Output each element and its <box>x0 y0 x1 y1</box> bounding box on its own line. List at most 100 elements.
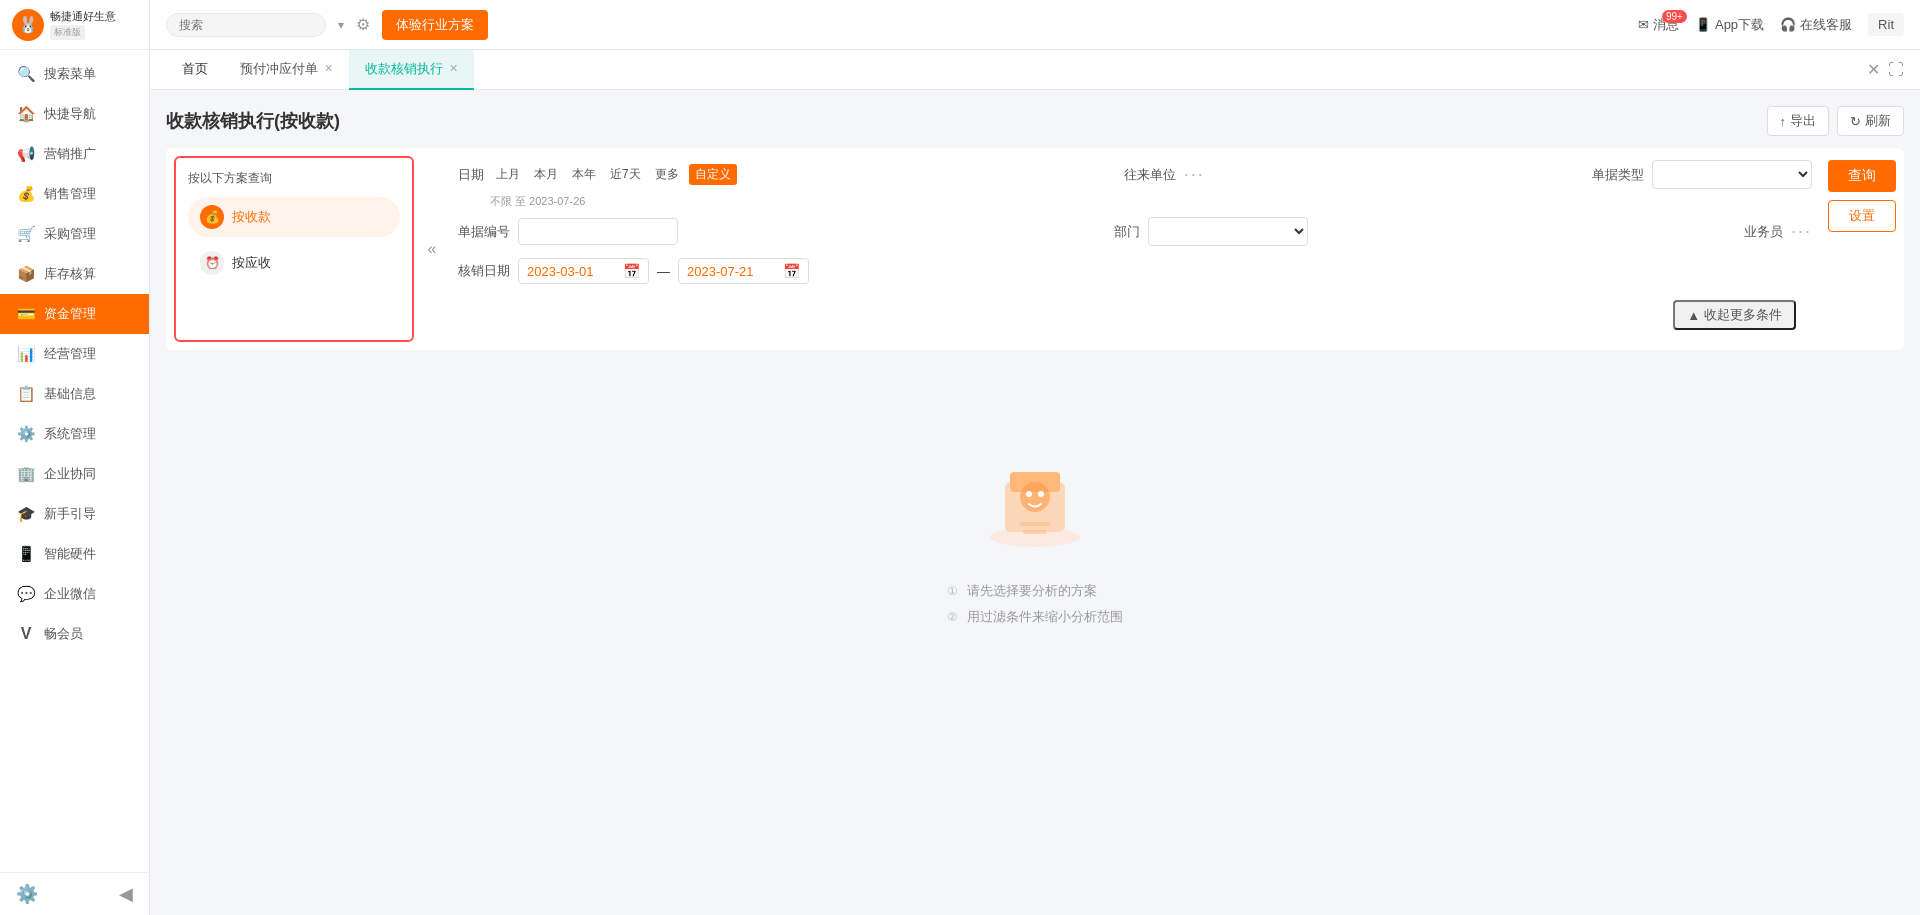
collapse-more-button[interactable]: ▲ 收起更多条件 <box>1673 300 1796 330</box>
shortcut-this-month[interactable]: 本月 <box>530 164 562 185</box>
date-range-separator: — <box>657 264 670 279</box>
end-calendar-icon[interactable]: 📅 <box>783 263 800 279</box>
verify-end-input[interactable] <box>687 264 777 279</box>
verify-date-range: 📅 — 📅 <box>518 258 809 284</box>
tab-close-btn[interactable]: ✕ <box>1867 60 1880 79</box>
receipt-option-icon: 💰 <box>200 205 224 229</box>
shortcut-this-year[interactable]: 本年 <box>568 164 600 185</box>
refresh-button[interactable]: ↻ 刷新 <box>1837 106 1904 136</box>
inventory-icon: 📦 <box>16 264 36 284</box>
member-icon: V <box>16 624 36 644</box>
enterprise-icon: 🏢 <box>16 464 36 484</box>
filter-row-2: 单据编号 部门 业务员 ··· <box>458 217 1812 246</box>
dept-select[interactable] <box>1148 217 1308 246</box>
marketing-icon: 📢 <box>16 144 36 164</box>
topbar-online-service[interactable]: 🎧 在线客服 <box>1780 16 1852 34</box>
staff-dots: ··· <box>1791 221 1812 242</box>
topbar-app-download[interactable]: 📱 App下载 <box>1695 16 1764 34</box>
verify-start-input[interactable] <box>527 264 617 279</box>
topbar-message[interactable]: ✉ 消息 99+ <box>1638 16 1679 34</box>
sidebar-item-wechat[interactable]: 💬 企业微信 <box>0 574 149 614</box>
logo-tag: 标准版 <box>50 25 85 40</box>
empty-illustration <box>975 442 1095 562</box>
basic-icon: 📋 <box>16 384 36 404</box>
headset-icon: 🎧 <box>1780 17 1796 32</box>
filter-staff-field: 业务员 ··· <box>1744 221 1812 242</box>
tab-collect[interactable]: 收款核销执行 ✕ <box>349 50 474 90</box>
counterparty-label: 往来单位 <box>1124 166 1176 184</box>
refresh-icon: ↻ <box>1850 114 1861 129</box>
filter-settings-button[interactable]: 设置 <box>1828 200 1896 232</box>
filter-left-panel: 按以下方案查询 💰 按收款 ⏰ 按应收 <box>174 156 414 342</box>
app-icon: 📱 <box>1695 17 1711 32</box>
collapse-arrow-icon: ▲ <box>1687 308 1700 323</box>
svg-point-4 <box>1026 491 1032 497</box>
docno-input[interactable] <box>518 218 678 245</box>
tabs-controls: ✕ ⛶ <box>1867 60 1904 79</box>
sidebar-settings-icon[interactable]: ⚙️ <box>16 883 38 905</box>
filter-row-1: 日期 上月 本月 本年 近7天 更多 自定义 往来单位 ··· <box>458 160 1812 189</box>
topbar-dropdown-arrow[interactable]: ▾ <box>338 18 344 32</box>
sidebar-item-finance[interactable]: 💳 资金管理 <box>0 294 149 334</box>
tab-home[interactable]: 首页 <box>166 50 224 90</box>
sales-icon: 💰 <box>16 184 36 204</box>
receivable-option-icon: ⏰ <box>200 251 224 275</box>
sidebar-item-basic[interactable]: 📋 基础信息 <box>0 374 149 414</box>
collapse-bar: ▲ 收起更多条件 <box>458 296 1812 338</box>
verifydate-label: 核销日期 <box>458 262 510 280</box>
empty-tip-1: ① 请先选择要分析的方案 <box>947 578 1124 604</box>
sidebar-item-marketing[interactable]: 📢 营销推广 <box>0 134 149 174</box>
filter-collapse-toggle[interactable]: « <box>422 148 442 350</box>
empty-tip-2: ② 用过滤条件来缩小分析范围 <box>947 604 1124 630</box>
tab-collect-close[interactable]: ✕ <box>449 62 458 75</box>
search-button[interactable]: 查询 <box>1828 160 1896 192</box>
filter-container: 按以下方案查询 💰 按收款 ⏰ 按应收 « 日期 <box>166 148 1904 350</box>
logo-text: 畅捷通好生意 <box>50 9 116 23</box>
dept-label: 部门 <box>1114 223 1140 241</box>
counterparty-dots: ··· <box>1184 164 1205 185</box>
svg-point-5 <box>1038 491 1044 497</box>
sidebar-item-hardware[interactable]: 📱 智能硬件 <box>0 534 149 574</box>
search-nav-icon: 🔍 <box>16 64 36 84</box>
sidebar-item-inventory[interactable]: 📦 库存核算 <box>0 254 149 294</box>
filter-option-receivable[interactable]: ⏰ 按应收 <box>188 243 400 283</box>
doctype-select[interactable] <box>1652 160 1812 189</box>
sidebar-footer: ⚙️ ◀ <box>0 872 149 915</box>
sidebar-item-guide[interactable]: 🎓 新手引导 <box>0 494 149 534</box>
shortcut-custom[interactable]: 自定义 <box>689 164 737 185</box>
sidebar-item-sales[interactable]: 💰 销售管理 <box>0 174 149 214</box>
sidebar-item-quicknav[interactable]: 🏠 快捷导航 <box>0 94 149 134</box>
sidebar-item-system[interactable]: ⚙️ 系统管理 <box>0 414 149 454</box>
sidebar-collapse-icon[interactable]: ◀ <box>119 883 133 905</box>
tab-prepay[interactable]: 预付冲应付单 ✕ <box>224 50 349 90</box>
filter-actions: 查询 设置 <box>1828 148 1904 350</box>
shortcut-last-month[interactable]: 上月 <box>492 164 524 185</box>
topbar-user-info[interactable]: Rit <box>1868 13 1904 36</box>
shortcut-7days[interactable]: 近7天 <box>606 164 645 185</box>
docno-label: 单据编号 <box>458 223 510 241</box>
page-title: 收款核销执行(按收款) <box>166 109 340 133</box>
sidebar-item-enterprise[interactable]: 🏢 企业协同 <box>0 454 149 494</box>
topbar-solution-button[interactable]: 体验行业方案 <box>382 10 488 40</box>
ops-icon: 📊 <box>16 344 36 364</box>
start-calendar-icon[interactable]: 📅 <box>623 263 640 279</box>
empty-state: ① 请先选择要分析的方案 ② 用过滤条件来缩小分析范围 <box>166 362 1904 710</box>
sidebar-item-ops[interactable]: 📊 经营管理 <box>0 334 149 374</box>
staff-label: 业务员 <box>1744 223 1783 241</box>
filter-right-panel: 日期 上月 本月 本年 近7天 更多 自定义 往来单位 ··· <box>442 148 1828 350</box>
sidebar-item-search[interactable]: 🔍 搜索菜单 <box>0 54 149 94</box>
topbar-search-input[interactable] <box>166 13 326 37</box>
topbar-gear-icon[interactable]: ⚙ <box>356 15 370 34</box>
shortcut-more[interactable]: 更多 <box>651 164 683 185</box>
svg-rect-6 <box>1020 522 1050 526</box>
sidebar-item-purchase[interactable]: 🛒 采购管理 <box>0 214 149 254</box>
sidebar-item-member[interactable]: V 畅会员 <box>0 614 149 654</box>
purchase-icon: 🛒 <box>16 224 36 244</box>
main-wrapper: ▾ ⚙ 体验行业方案 ✉ 消息 99+ 📱 App下载 🎧 在线客服 Rit 首… <box>150 0 1920 915</box>
tab-prepay-close[interactable]: ✕ <box>324 62 333 75</box>
tab-expand-btn[interactable]: ⛶ <box>1888 61 1904 79</box>
filter-doctype-field: 单据类型 <box>1592 160 1812 189</box>
export-button[interactable]: ↑ 导出 <box>1767 106 1830 136</box>
filter-option-receipt[interactable]: 💰 按收款 <box>188 197 400 237</box>
empty-tips: ① 请先选择要分析的方案 ② 用过滤条件来缩小分析范围 <box>947 578 1124 630</box>
